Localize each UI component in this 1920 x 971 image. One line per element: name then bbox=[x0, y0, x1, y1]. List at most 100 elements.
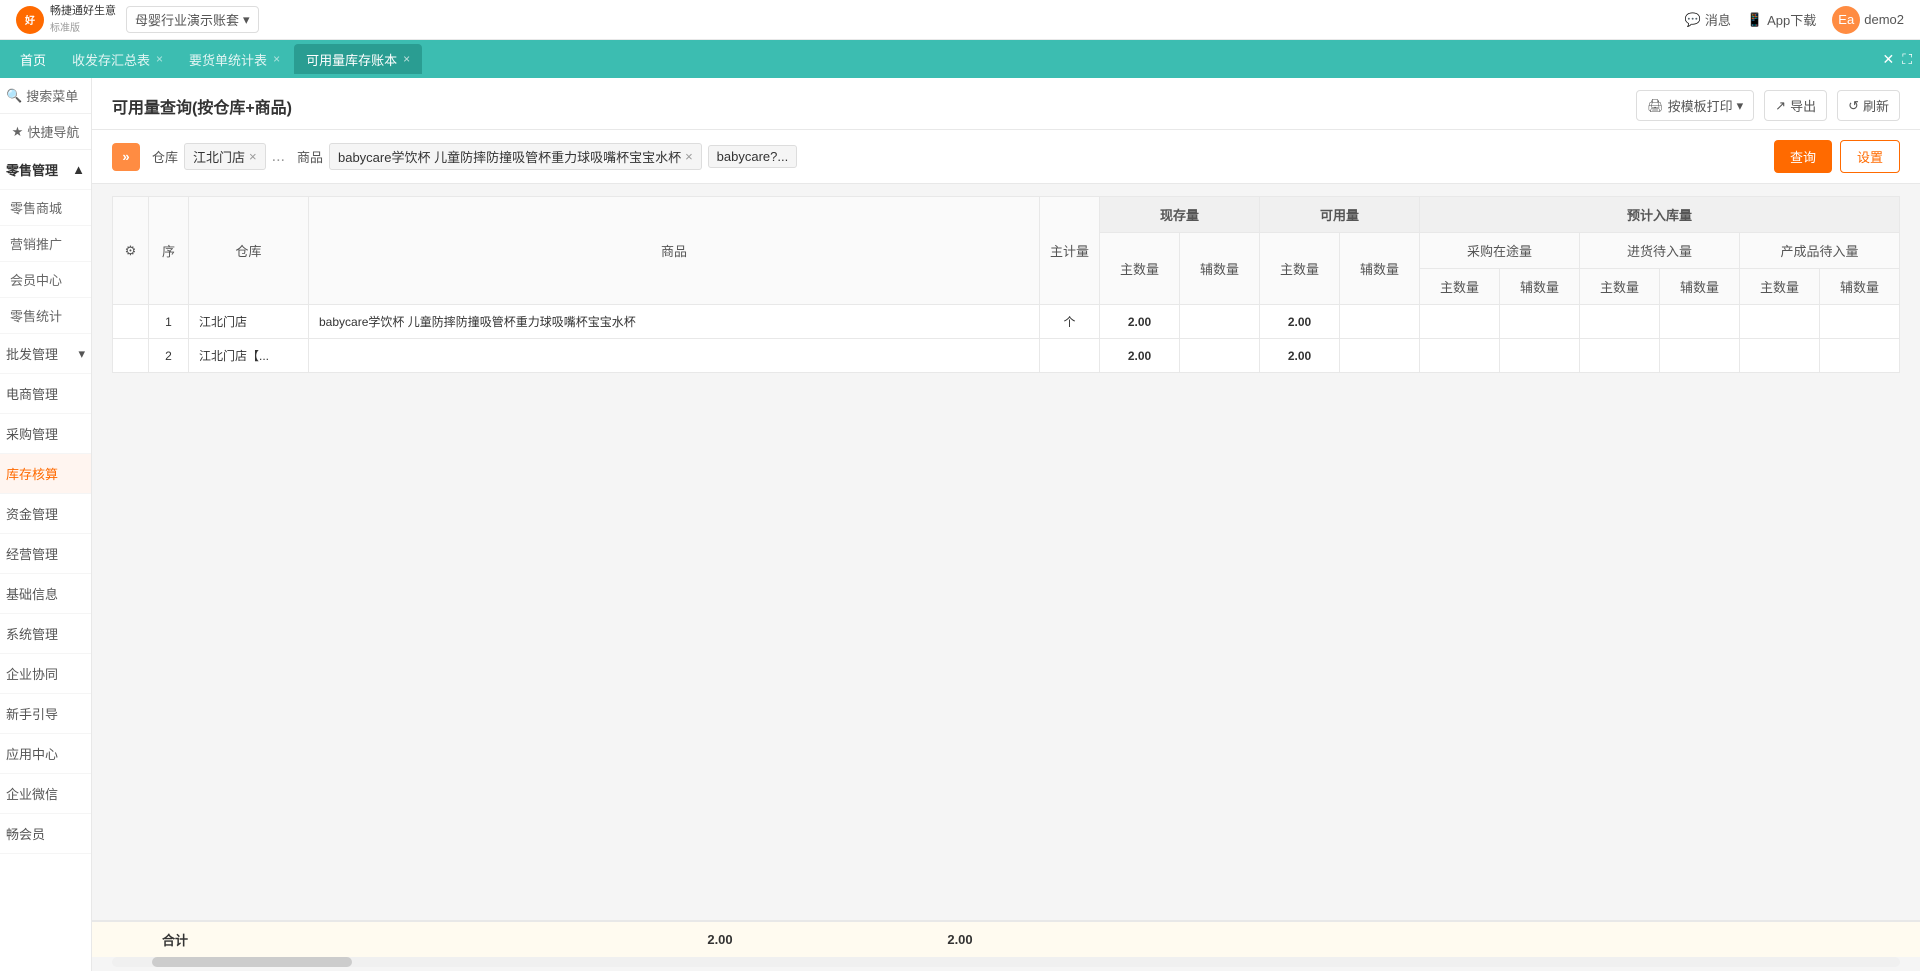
logo-text: 畅捷通好生意 bbox=[50, 5, 116, 18]
top-bar: 好 畅捷通好生意 标准版 母婴行业演示账套 ▾ 💬 消息 📱 App下载 Ea … bbox=[0, 0, 1920, 40]
warehouse-filter-tag[interactable]: 江北门店 × bbox=[184, 143, 266, 170]
row-goods-aux bbox=[1660, 305, 1740, 339]
table-row: 1 江北门店 babycare学饮杯 儿童防摔防撞吸管杯重力球吸嘴杯宝宝水杯 个… bbox=[113, 305, 1900, 339]
refresh-icon: ↺ bbox=[1848, 98, 1859, 114]
row-purchase-main bbox=[1420, 305, 1500, 339]
close-tab-receipt[interactable]: × bbox=[156, 52, 163, 66]
table-container[interactable]: ⚙ 序 仓库 商品 主计量 bbox=[92, 184, 1920, 920]
sidebar-item-new-guide[interactable]: 新手引导 bbox=[0, 694, 91, 734]
message-icon: 💬 bbox=[1685, 12, 1701, 28]
sidebar-item-system-mgmt[interactable]: 系统管理 bbox=[0, 614, 91, 654]
main-unit-col-header: 主计量 bbox=[1040, 197, 1100, 305]
sidebar-item-purchase-mgmt[interactable]: 采购管理 bbox=[0, 414, 91, 454]
nav-icon: ★ bbox=[12, 124, 24, 140]
close-tab-available[interactable]: × bbox=[403, 52, 410, 66]
tab-available-stock[interactable]: 可用量库存账本 × bbox=[294, 44, 422, 74]
scrollbar-thumb[interactable] bbox=[152, 957, 352, 967]
row-unit bbox=[1040, 339, 1100, 373]
sidebar-item-member-center[interactable]: 会员中心 bbox=[0, 262, 91, 298]
sidebar-nav[interactable]: ★ 快捷导航 bbox=[0, 114, 91, 150]
sidebar-item-finance-mgmt[interactable]: 资金管理 bbox=[0, 494, 91, 534]
sidebar-item-operations-mgmt[interactable]: 经营管理 bbox=[0, 534, 91, 574]
sidebar-item-ecommerce-mgmt[interactable]: 电商管理 bbox=[0, 374, 91, 414]
purchase-main-header: 主数量 bbox=[1420, 269, 1500, 305]
fullscreen-icon[interactable]: ⛶ bbox=[1902, 51, 1912, 68]
remove-product-tag1[interactable]: × bbox=[685, 149, 693, 164]
sidebar-search[interactable]: 🔍 搜索菜单 bbox=[0, 78, 91, 114]
products-aux-header: 辅数量 bbox=[1820, 269, 1900, 305]
table-footer: 合计 2.00 2.00 bbox=[92, 920, 1920, 957]
avatar: Ea bbox=[1832, 6, 1860, 34]
sidebar: 🔍 搜索菜单 ★ 快捷导航 零售管理 ▲ 零售商城 营销推广 会员中心 零售统计… bbox=[0, 78, 92, 971]
row-purchase-main bbox=[1420, 339, 1500, 373]
top-bar-right: 💬 消息 📱 App下载 Ea demo2 bbox=[1685, 6, 1904, 34]
message-button[interactable]: 💬 消息 bbox=[1685, 10, 1731, 29]
row-current-main: 2.00 bbox=[1100, 339, 1180, 373]
query-button[interactable]: 查询 bbox=[1774, 140, 1832, 173]
tab-receipt-summary[interactable]: 收发存汇总表 × bbox=[60, 44, 175, 74]
goods-main-header: 主数量 bbox=[1580, 269, 1660, 305]
tenant-selector[interactable]: 母婴行业演示账套 ▾ bbox=[126, 6, 259, 33]
row-settings bbox=[113, 339, 149, 373]
tab-order-stats[interactable]: 要货单统计表 × bbox=[177, 44, 292, 74]
chevron-down-icon: ▾ bbox=[78, 346, 85, 362]
warehouse-more-button[interactable]: ... bbox=[272, 148, 285, 166]
sidebar-item-enterprise-collab[interactable]: 企业协同 bbox=[0, 654, 91, 694]
remove-warehouse-tag[interactable]: × bbox=[249, 149, 257, 164]
sidebar-item-vip-member[interactable]: 畅会员 bbox=[0, 814, 91, 854]
row-current-aux bbox=[1180, 305, 1260, 339]
sidebar-item-app-center[interactable]: 应用中心 bbox=[0, 734, 91, 774]
row-goods-main bbox=[1580, 305, 1660, 339]
products-pending-header: 产成品待入量 bbox=[1740, 233, 1900, 269]
sidebar-item-marketing[interactable]: 营销推广 bbox=[0, 226, 91, 262]
sidebar-item-retail-mall[interactable]: 零售商城 bbox=[0, 190, 91, 226]
row-products-main bbox=[1740, 339, 1820, 373]
sidebar-item-retail-stats[interactable]: 零售统计 bbox=[0, 298, 91, 334]
row-warehouse: 江北门店 bbox=[189, 305, 309, 339]
products-main-header: 主数量 bbox=[1740, 269, 1820, 305]
filter-actions: 查询 设置 bbox=[1774, 140, 1900, 173]
content-area: 可用量查询(按仓库+商品) 🖨 按模板打印 ▾ ↗ 导出 ↺ 刷新 bbox=[92, 78, 1920, 971]
phone-icon: 📱 bbox=[1747, 12, 1763, 28]
warehouse-col-header: 仓库 bbox=[189, 197, 309, 305]
row-products-aux bbox=[1820, 339, 1900, 373]
product-filter-tag1[interactable]: babycare学饮杯 儿童防摔防撞吸管杯重力球吸嘴杯宝宝水杯 × bbox=[329, 143, 702, 170]
app-download-button[interactable]: 📱 App下载 bbox=[1747, 10, 1816, 29]
warehouse-filter-label: 仓库 bbox=[152, 147, 178, 166]
sidebar-item-enterprise-wechat[interactable]: 企业微信 bbox=[0, 774, 91, 814]
tab-bar-end: ✕ ⛶ bbox=[1882, 51, 1912, 68]
sidebar-item-wholesale-mgmt[interactable]: 批发管理 ▾ bbox=[0, 334, 91, 374]
footer-available-main-total: 2.00 bbox=[920, 932, 1000, 947]
row-available-aux bbox=[1340, 339, 1420, 373]
row-settings bbox=[113, 305, 149, 339]
tab-home[interactable]: 首页 bbox=[8, 44, 58, 74]
refresh-button[interactable]: ↺ 刷新 bbox=[1837, 90, 1900, 121]
template-print-button[interactable]: 🖨 按模板打印 ▾ bbox=[1636, 90, 1754, 121]
settings-col-header[interactable]: ⚙ bbox=[113, 197, 149, 305]
purchase-aux-header: 辅数量 bbox=[1500, 269, 1580, 305]
export-button[interactable]: ↗ 导出 bbox=[1764, 90, 1827, 121]
user-menu[interactable]: Ea demo2 bbox=[1832, 6, 1904, 34]
horizontal-scrollbar[interactable] bbox=[112, 957, 1900, 967]
row-products-main bbox=[1740, 305, 1820, 339]
chevron-down-icon: ▾ bbox=[1737, 98, 1744, 114]
settings-button[interactable]: 设置 bbox=[1840, 140, 1900, 173]
row-unit: 个 bbox=[1040, 305, 1100, 339]
product-filter-tag2[interactable]: babycare?... bbox=[708, 145, 798, 168]
current-main-header: 主数量 bbox=[1100, 233, 1180, 305]
warehouse-filter-group: 仓库 江北门店 × ... bbox=[152, 143, 285, 170]
page-actions: 🖨 按模板打印 ▾ ↗ 导出 ↺ 刷新 bbox=[1636, 90, 1900, 121]
sidebar-item-inventory-check[interactable]: 库存核算 bbox=[0, 454, 91, 494]
footer-total-label: 合计 bbox=[162, 930, 188, 949]
planned-in-header: 预计入库量 bbox=[1420, 197, 1900, 233]
row-current-main: 2.00 bbox=[1100, 305, 1180, 339]
close-tab-order[interactable]: × bbox=[273, 52, 280, 66]
sidebar-item-retail-mgmt[interactable]: 零售管理 ▲ bbox=[0, 150, 91, 190]
sidebar-item-basic-info[interactable]: 基础信息 bbox=[0, 574, 91, 614]
filter-toggle-button[interactable]: » bbox=[112, 143, 140, 171]
row-products-aux bbox=[1820, 305, 1900, 339]
row-purchase-aux bbox=[1500, 305, 1580, 339]
row-available-main: 2.00 bbox=[1260, 339, 1340, 373]
current-aux-header: 辅数量 bbox=[1180, 233, 1260, 305]
close-all-tabs-icon[interactable]: ✕ bbox=[1882, 51, 1894, 68]
